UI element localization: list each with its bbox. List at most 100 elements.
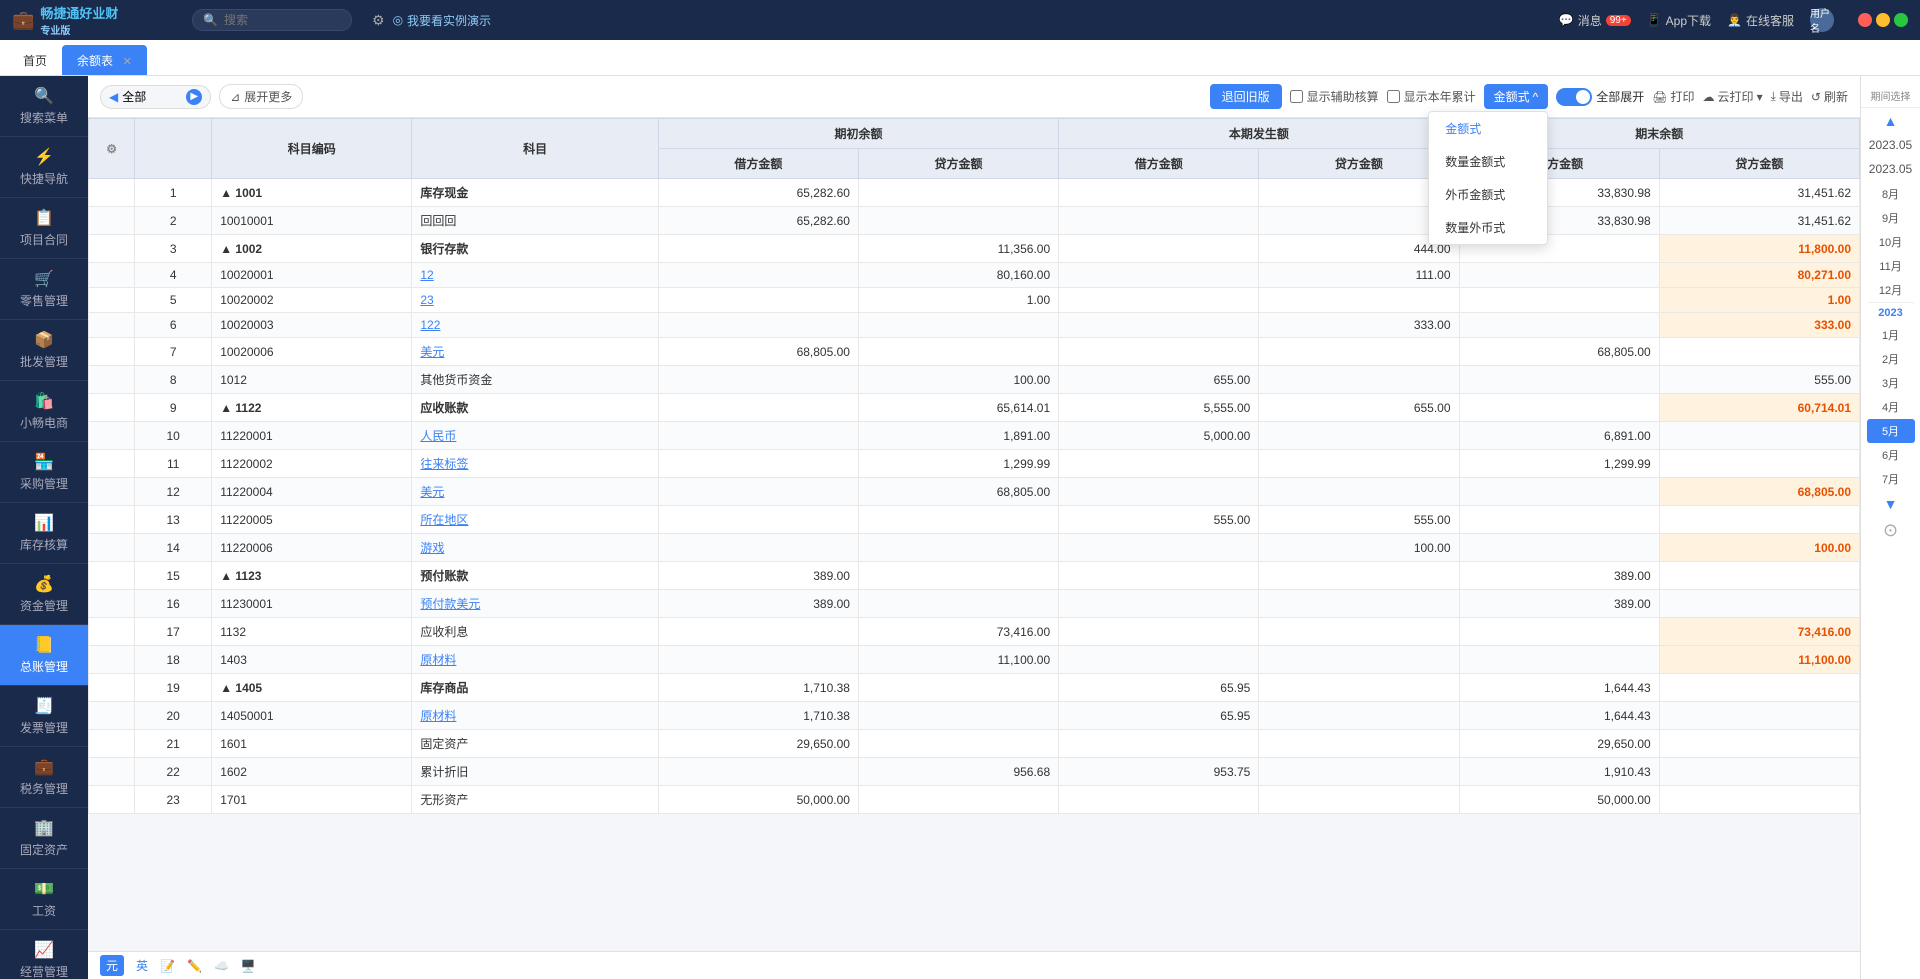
export-btn[interactable]: ⤓ 导出 bbox=[1771, 88, 1803, 105]
td-settings-cell[interactable] bbox=[89, 786, 135, 814]
sidebar-item-accounting[interactable]: 📒 总账管理 bbox=[0, 625, 88, 686]
td-settings-cell[interactable] bbox=[89, 263, 135, 288]
status-cloud-icon[interactable]: ☁️ bbox=[214, 959, 229, 973]
table-settings-icon[interactable]: ⚙ bbox=[106, 142, 117, 156]
td-settings-cell[interactable] bbox=[89, 758, 135, 786]
td-settings-cell[interactable] bbox=[89, 179, 135, 207]
td-settings-cell[interactable] bbox=[89, 506, 135, 534]
expand-more-btn[interactable]: ⊿ 展开更多 bbox=[219, 84, 303, 109]
mode-option-amount[interactable]: 金额式 bbox=[1429, 112, 1547, 145]
td-settings-cell[interactable] bbox=[89, 422, 135, 450]
mode-selector[interactable]: 金额式 ^ 金额式 数量金额式 外币金额式 数量外币式 bbox=[1484, 84, 1549, 109]
window-max-btn[interactable]: □ bbox=[1894, 13, 1908, 27]
month-item[interactable]: 6月 bbox=[1867, 443, 1915, 467]
mode-option-qty-foreign[interactable]: 数量外币式 bbox=[1429, 211, 1547, 244]
month-item[interactable]: 9月 bbox=[1867, 206, 1915, 230]
sidebar-item-quick-nav[interactable]: ⚡ 快捷导航 bbox=[0, 137, 88, 198]
cloud-print-btn[interactable]: ☁ 云打印 ▾ bbox=[1703, 88, 1763, 105]
top-search-box[interactable]: 🔍 bbox=[192, 9, 352, 31]
td-settings-cell[interactable] bbox=[89, 288, 135, 313]
month-item[interactable]: 4月 bbox=[1867, 395, 1915, 419]
sidebar-item-tax[interactable]: 💼 税务管理 bbox=[0, 747, 88, 808]
tab-home[interactable]: 首页 bbox=[8, 45, 62, 75]
td-settings-cell[interactable] bbox=[89, 338, 135, 366]
window-close-btn[interactable]: ✕ bbox=[1858, 13, 1872, 27]
year-checkbox-input[interactable] bbox=[1387, 90, 1400, 103]
month-item[interactable]: 3月 bbox=[1867, 371, 1915, 395]
sidebar-item-capital[interactable]: 💰 资金管理 bbox=[0, 564, 88, 625]
account-search-input[interactable] bbox=[122, 90, 182, 104]
month-item[interactable]: 2023 bbox=[1867, 302, 1915, 323]
mode-option-qty-amount[interactable]: 数量金额式 bbox=[1429, 145, 1547, 178]
show-assist-checkbox[interactable]: 显示辅助核算 bbox=[1290, 88, 1379, 105]
td-settings-cell[interactable] bbox=[89, 730, 135, 758]
td-settings-cell[interactable] bbox=[89, 450, 135, 478]
month-item[interactable]: 10月 bbox=[1867, 230, 1915, 254]
sidebar-item-salary[interactable]: 💵 工资 bbox=[0, 869, 88, 930]
td-settings-cell[interactable] bbox=[89, 618, 135, 646]
period-collapse-btn[interactable]: ⊙ bbox=[1880, 517, 1901, 544]
show-year-checkbox[interactable]: 显示本年累计 bbox=[1387, 88, 1476, 105]
status-edit-icon[interactable]: ✏️ bbox=[187, 959, 202, 973]
sidebar-item-assets[interactable]: 🏢 固定资产 bbox=[0, 808, 88, 869]
window-min-btn[interactable]: — bbox=[1876, 13, 1890, 27]
right-arrow-icon[interactable]: ▶ bbox=[186, 89, 202, 105]
sidebar-item-search[interactable]: 🔍 搜索菜单 bbox=[0, 76, 88, 137]
td-settings-cell[interactable] bbox=[89, 478, 135, 506]
sidebar-item-inventory[interactable]: 📊 库存核算 bbox=[0, 503, 88, 564]
account-search[interactable]: ◀ ▶ bbox=[100, 85, 211, 109]
period-2023-05-early[interactable]: 2023.05 bbox=[1867, 134, 1915, 156]
sidebar-item-project[interactable]: 📋 项目合同 bbox=[0, 198, 88, 259]
period-down-btn[interactable]: ▼ bbox=[1881, 493, 1901, 515]
mode-btn[interactable]: 金额式 ^ bbox=[1484, 84, 1549, 109]
mode-option-foreign-amount[interactable]: 外币金额式 bbox=[1429, 178, 1547, 211]
return-old-btn[interactable]: 退回旧版 bbox=[1210, 84, 1282, 109]
sidebar-item-retail[interactable]: 🛒 零售管理 bbox=[0, 259, 88, 320]
online-service-btn[interactable]: 👨‍💼 在线客服 bbox=[1727, 12, 1794, 29]
td-settings-cell[interactable] bbox=[89, 394, 135, 422]
month-item[interactable]: 1月 bbox=[1867, 323, 1915, 347]
month-item[interactable]: 8月 bbox=[1867, 182, 1915, 206]
period-2023-05-late[interactable]: 2023.05 bbox=[1867, 158, 1915, 180]
month-item[interactable]: 7月 bbox=[1867, 467, 1915, 491]
expand-all-toggle[interactable]: 全部展开 bbox=[1556, 88, 1644, 106]
status-yuan-icon[interactable]: 元 bbox=[100, 955, 124, 976]
td-settings-cell[interactable] bbox=[89, 590, 135, 618]
status-lang-icon[interactable]: 英 bbox=[136, 957, 148, 974]
toggle-switch[interactable] bbox=[1556, 88, 1592, 106]
month-item[interactable]: 2月 bbox=[1867, 347, 1915, 371]
td-settings-cell[interactable] bbox=[89, 207, 135, 235]
tab-close-icon[interactable]: ✕ bbox=[123, 56, 132, 68]
tab-balance[interactable]: 余额表 ✕ bbox=[62, 45, 147, 75]
gear-icon[interactable]: ⚙ bbox=[372, 12, 385, 29]
td-settings-cell[interactable] bbox=[89, 674, 135, 702]
avatar[interactable]: 用户名 bbox=[1810, 8, 1834, 32]
demo-link[interactable]: ◎ 我要看实例演示 bbox=[393, 12, 492, 29]
td-settings-cell[interactable] bbox=[89, 366, 135, 394]
td-settings-cell[interactable] bbox=[89, 235, 135, 263]
app-download-btn[interactable]: 📱 App下载 bbox=[1647, 12, 1711, 29]
month-item[interactable]: 12月 bbox=[1867, 278, 1915, 302]
td-settings-cell[interactable] bbox=[89, 562, 135, 590]
sidebar-item-ecommerce[interactable]: 🛍️ 小畅电商 bbox=[0, 381, 88, 442]
sidebar-item-invoice[interactable]: 🧾 发票管理 bbox=[0, 686, 88, 747]
td-settings-cell[interactable] bbox=[89, 534, 135, 562]
assist-checkbox-input[interactable] bbox=[1290, 90, 1303, 103]
left-arrow-icon[interactable]: ◀ bbox=[109, 90, 118, 104]
message-btn[interactable]: 💬 消息 99+ bbox=[1559, 12, 1631, 29]
sidebar-item-operation[interactable]: 📈 经营管理 bbox=[0, 930, 88, 979]
td-settings-cell[interactable] bbox=[89, 702, 135, 730]
top-search-input[interactable] bbox=[224, 13, 314, 27]
month-item[interactable]: 11月 bbox=[1867, 254, 1915, 278]
status-monitor-icon[interactable]: 🖥️ bbox=[241, 959, 256, 973]
td-settings-cell[interactable] bbox=[89, 646, 135, 674]
sidebar-item-purchase[interactable]: 🏪 采购管理 bbox=[0, 442, 88, 503]
td-settings-cell[interactable] bbox=[89, 313, 135, 338]
sidebar-item-wholesale[interactable]: 📦 批发管理 bbox=[0, 320, 88, 381]
period-up-btn[interactable]: ▲ bbox=[1881, 110, 1901, 132]
month-item[interactable]: 5月 bbox=[1867, 419, 1915, 443]
status-note-icon[interactable]: 📝 bbox=[160, 959, 175, 973]
print-btn[interactable]: 🖨 打印 bbox=[1652, 88, 1694, 105]
refresh-btn[interactable]: ↺ 刷新 bbox=[1811, 88, 1848, 105]
th-settings[interactable]: ⚙ bbox=[89, 119, 135, 179]
